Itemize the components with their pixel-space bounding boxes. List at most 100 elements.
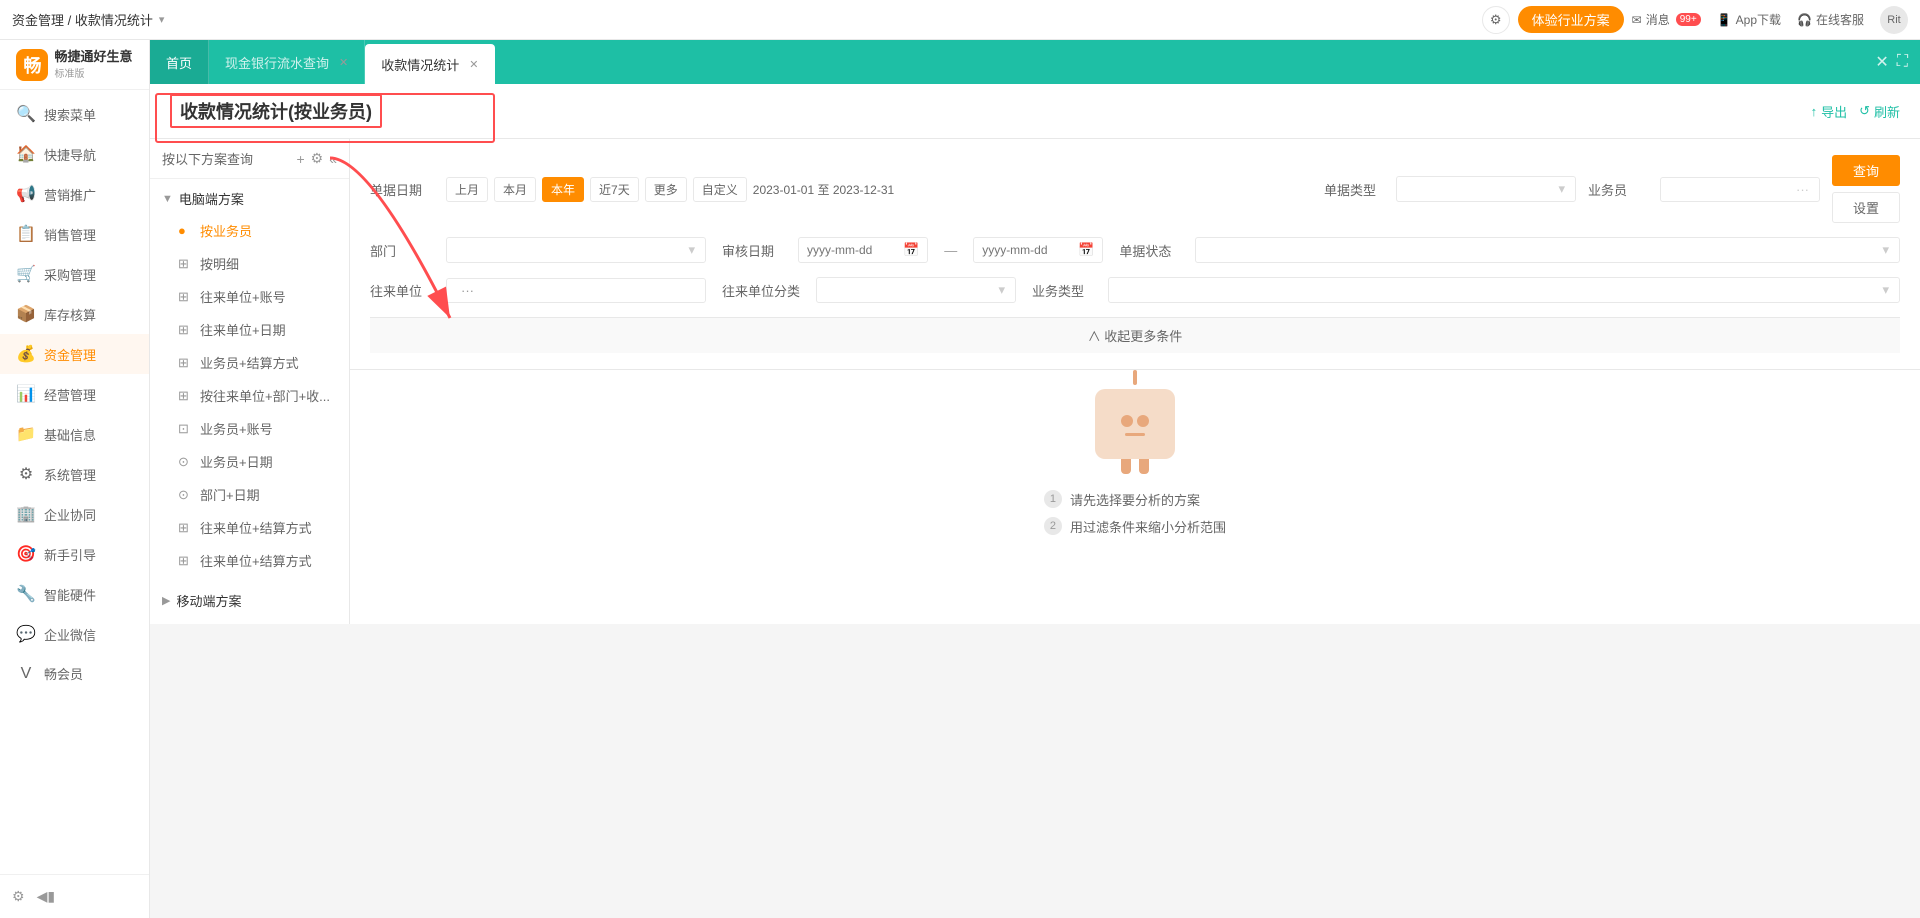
main-layout: 畅 畅捷通好生意 标准版 🔍 搜索菜单 🏠 快捷导航 📢 营销推广 📋 [0, 40, 1920, 918]
business-type-select[interactable]: ▾ [1108, 277, 1900, 303]
robot-body [1095, 389, 1175, 459]
scheme-setting-button[interactable]: ⚙ [311, 150, 324, 167]
sidebar-item-label: 搜索菜单 [44, 105, 96, 124]
counterpart-more-icon[interactable]: ··· [461, 283, 474, 298]
member-icon: V [16, 665, 36, 683]
tab-receipt[interactable]: 收款情况统计 ✕ [365, 44, 495, 84]
business-type-label: 业务类型 [1032, 281, 1092, 300]
chevron-down-icon[interactable]: ▾ [159, 13, 165, 26]
salesman-select[interactable]: ··· [1660, 177, 1820, 202]
collapse-more-conditions-button[interactable]: ∧ 收起更多条件 [370, 317, 1900, 353]
app-download-button[interactable]: 📱 App下载 [1717, 11, 1781, 28]
scheme-desktop-group-title[interactable]: ▼ 电脑端方案 [150, 183, 349, 214]
hardware-icon: 🔧 [16, 584, 36, 604]
tab-receipt-close-icon[interactable]: ✕ [469, 58, 478, 71]
date-options-group: 上月 本月 本年 近7天 更多 自定义 2023-01-01 至 2023-12… [446, 177, 894, 202]
date-btn-7days[interactable]: 近7天 [590, 177, 639, 202]
department-select[interactable]: ▾ [446, 237, 706, 263]
filter-row-1: 单据日期 上月 本月 本年 近7天 更多 自定义 2023-01-01 至 20… [370, 155, 1900, 223]
voucher-status-select[interactable]: ▾ [1195, 237, 1900, 263]
counterpart-input[interactable]: ··· [446, 278, 706, 303]
scheme-mobile-group-title[interactable]: ▶ 移动端方案 [150, 585, 349, 616]
collapse-sidebar-icon[interactable]: ◀▮ [37, 888, 55, 905]
setting-button[interactable]: 设置 [1832, 192, 1900, 223]
scheme-item-label: 往来单位+日期 [200, 320, 286, 339]
sidebar-item-basic[interactable]: 📁 基础信息 [0, 414, 149, 454]
tab-maximize-icon[interactable]: ⛶ [1897, 53, 1908, 71]
refresh-button[interactable]: ↺ 刷新 [1859, 102, 1900, 121]
scheme-item-label: 往来单位+结算方式 [200, 518, 312, 537]
sidebar-item-finance[interactable]: 💰 资金管理 [0, 334, 149, 374]
date-btn-last-month[interactable]: 上月 [446, 177, 488, 202]
review-date-to-field[interactable] [982, 243, 1072, 257]
sidebar-item-purchase[interactable]: 🛒 采购管理 [0, 254, 149, 294]
online-service-label: 在线客服 [1816, 11, 1864, 28]
gear-button[interactable]: ⚙ [1482, 6, 1510, 34]
online-service-button[interactable]: 🎧 在线客服 [1797, 11, 1864, 28]
empty-illustration [1075, 370, 1195, 470]
scheme-item-counterpart-dept[interactable]: ⊞ 按往来单位+部门+收... [150, 379, 349, 412]
messages-button[interactable]: ✉ 消息 99+ [1632, 11, 1701, 28]
voucher-status-arrow-icon: ▾ [1882, 242, 1889, 258]
sidebar-item-guide[interactable]: 🎯 新手引导 [0, 534, 149, 574]
sidebar-item-inventory[interactable]: 📦 库存核算 [0, 294, 149, 334]
scheme-item-icon: ⊞ [178, 355, 194, 371]
tab-bank-close-icon[interactable]: ✕ [339, 56, 348, 69]
sidebar-item-search[interactable]: 🔍 搜索菜单 [0, 94, 149, 134]
scheme-item-salesman-account[interactable]: ⊡ 业务员+账号 [150, 412, 349, 445]
review-date-to-input[interactable]: 📅 [973, 237, 1103, 263]
tab-home[interactable]: 首页 [150, 40, 209, 84]
operation-icon: 📊 [16, 384, 36, 404]
export-label: 导出 [1821, 102, 1847, 121]
counterpart-category-select[interactable]: ▾ [816, 277, 1016, 303]
page-content: 收款情况统计(按业务员) ↑ 导出 ↺ 刷新 按以下 [150, 84, 1920, 918]
purchase-icon: 🛒 [16, 264, 36, 284]
robot-leg-right [1139, 459, 1149, 474]
sidebar-item-wechat[interactable]: 💬 企业微信 [0, 614, 149, 654]
sidebar-item-nav[interactable]: 🏠 快捷导航 [0, 134, 149, 174]
date-btn-custom[interactable]: 自定义 [693, 177, 747, 202]
calendar-icon: 📅 [903, 242, 919, 258]
sidebar-item-corp[interactable]: 🏢 企业协同 [0, 494, 149, 534]
voucher-type-label: 单据类型 [1324, 180, 1384, 199]
settings-bottom-icon[interactable]: ⚙ [12, 888, 25, 905]
scheme-item-counterpart-date[interactable]: ⊞ 往来单位+日期 [150, 313, 349, 346]
sidebar-item-marketing[interactable]: 📢 营销推广 [0, 174, 149, 214]
export-button[interactable]: ↑ 导出 [1811, 102, 1848, 121]
voucher-type-select[interactable]: ▾ [1396, 176, 1576, 202]
business-type-arrow-icon: ▾ [1882, 282, 1889, 298]
sidebar: 畅 畅捷通好生意 标准版 🔍 搜索菜单 🏠 快捷导航 📢 营销推广 📋 [0, 40, 150, 918]
user-avatar[interactable]: Rit [1880, 6, 1908, 34]
query-button[interactable]: 查询 [1832, 155, 1900, 186]
scheme-item-by-salesman[interactable]: ● 按业务员 [150, 214, 349, 247]
sidebar-item-label: 企业协同 [44, 505, 96, 524]
counterpart-cat-arrow-icon: ▾ [998, 282, 1005, 298]
date-label: 单据日期 [370, 180, 430, 199]
scheme-item-counterpart-settlement1[interactable]: ⊞ 往来单位+结算方式 [150, 511, 349, 544]
scheme-item-salesman-settlement[interactable]: ⊞ 业务员+结算方式 [150, 346, 349, 379]
scheme-collapse-button[interactable]: « [329, 151, 337, 167]
message-badge: 99+ [1676, 13, 1701, 26]
sidebar-item-sales[interactable]: 📋 销售管理 [0, 214, 149, 254]
date-btn-this-month[interactable]: 本月 [494, 177, 536, 202]
sidebar-item-operation[interactable]: 📊 经营管理 [0, 374, 149, 414]
scheme-item-counterpart-account[interactable]: ⊞ 往来单位+账号 [150, 280, 349, 313]
scheme-item-counterpart-settlement2[interactable]: ⊞ 往来单位+结算方式 [150, 544, 349, 577]
sidebar-item-member[interactable]: V 畅会员 [0, 654, 149, 693]
scheme-item-salesman-date[interactable]: ⊙ 业务员+日期 [150, 445, 349, 478]
date-btn-this-year[interactable]: 本年 [542, 177, 584, 202]
review-date-from-field[interactable] [807, 243, 897, 257]
tab-close-all-icon[interactable]: ✕ [1875, 52, 1888, 72]
date-btn-more[interactable]: 更多 [645, 177, 687, 202]
tab-bank[interactable]: 现金银行流水查询 ✕ [209, 40, 365, 84]
scheme-item-by-detail[interactable]: ⊞ 按明细 [150, 247, 349, 280]
review-date-from-input[interactable]: 📅 [798, 237, 928, 263]
scheme-item-dept-date[interactable]: ⊙ 部门+日期 [150, 478, 349, 511]
group-mobile-label: 移动端方案 [176, 591, 241, 610]
trial-button[interactable]: 体验行业方案 [1518, 6, 1624, 33]
sidebar-item-hardware[interactable]: 🔧 智能硬件 [0, 574, 149, 614]
sidebar-item-system[interactable]: ⚙ 系统管理 [0, 454, 149, 494]
add-scheme-button[interactable]: + [296, 151, 304, 167]
robot-eyes [1119, 413, 1151, 429]
action-btns: 查询 设置 [1832, 155, 1900, 223]
